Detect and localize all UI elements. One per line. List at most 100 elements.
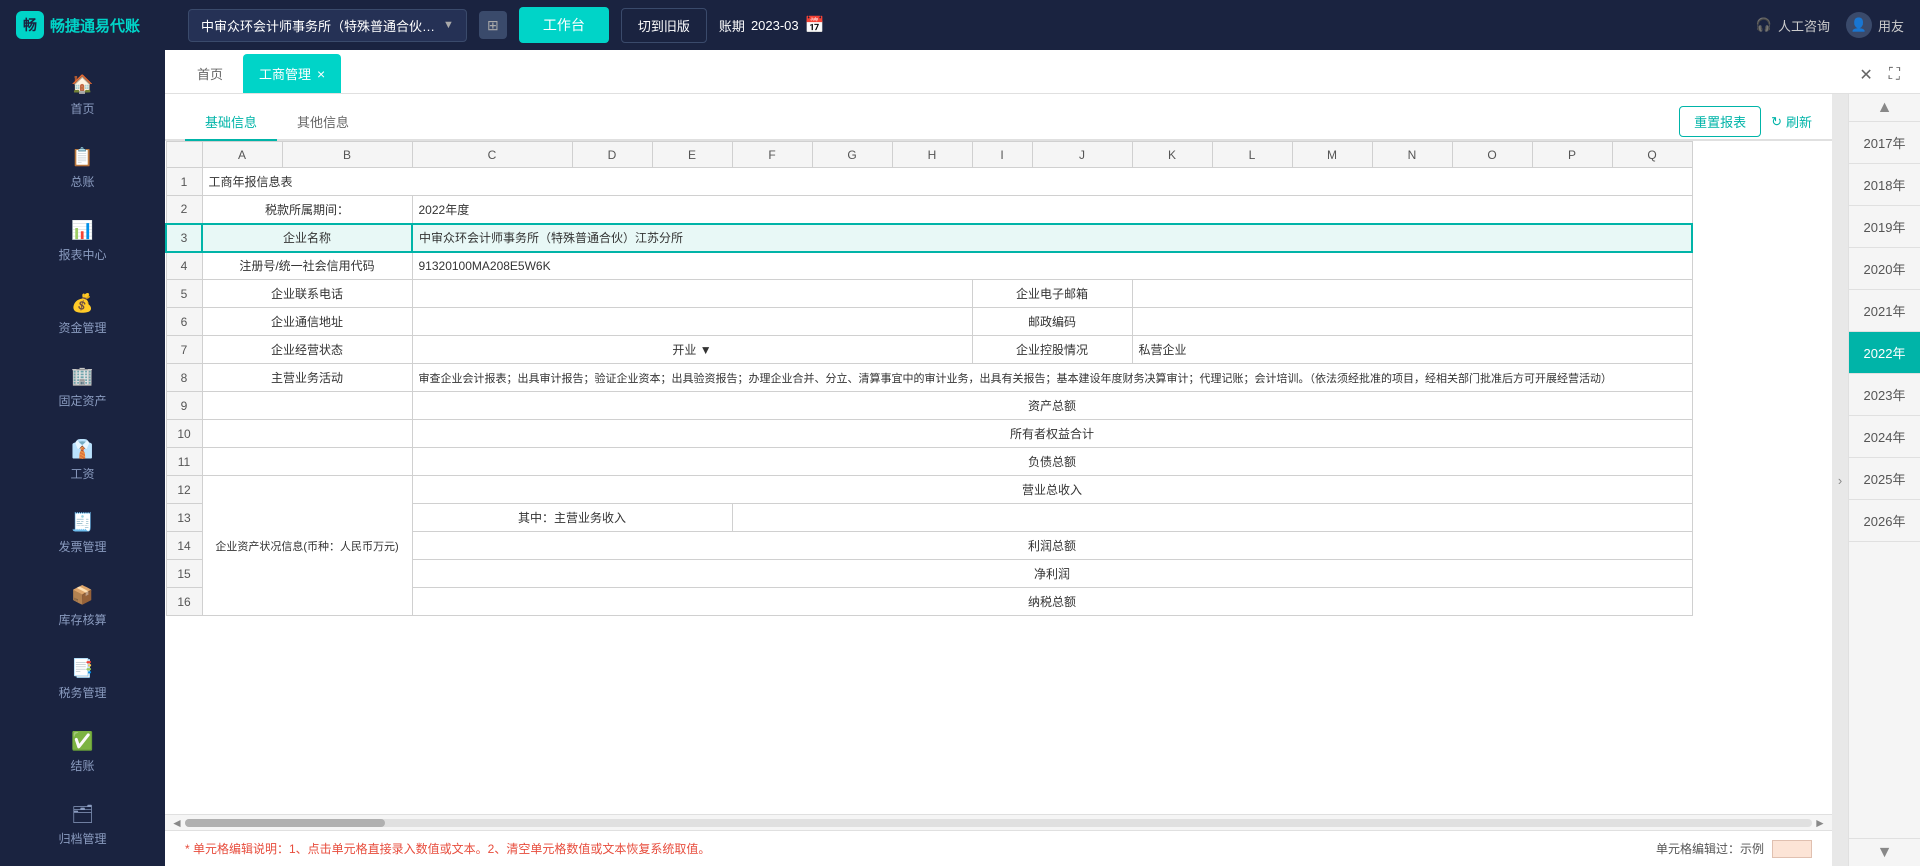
subtab-other[interactable]: 其他信息 — [277, 104, 369, 141]
hscroll-thumb[interactable] — [185, 819, 385, 827]
support-button[interactable]: 🎧 人工咨询 — [1756, 16, 1830, 35]
addr-value[interactable] — [412, 308, 972, 336]
row-num-15: 15 — [166, 560, 202, 588]
sidebar-item-home[interactable]: 🏠 首页 — [8, 62, 157, 129]
tel-value[interactable] — [412, 280, 972, 308]
table-row: 7 企业经营状态 开业 ▼ 企业控股情况 私营企业 — [166, 336, 1692, 364]
col-header-e[interactable]: E — [652, 142, 732, 168]
hscroll-left-arrow[interactable]: ◄ — [169, 815, 185, 831]
email-value[interactable] — [1132, 280, 1692, 308]
sidebar-item-close[interactable]: ✅ 结账 — [8, 719, 157, 786]
year-item-2024[interactable]: 2024年 — [1849, 416, 1920, 458]
user-button[interactable]: 👤 用友 — [1846, 12, 1904, 38]
company-name-text: 中审众环会计师事务所（特殊普通合伙… — [201, 16, 435, 35]
company-selector[interactable]: 中审众环会计师事务所（特殊普通合伙… ▼ — [188, 9, 467, 42]
company-icon-button[interactable]: ⊞ — [479, 11, 507, 39]
year-item-2017[interactable]: 2017年 — [1849, 122, 1920, 164]
row-num-6: 6 — [166, 308, 202, 336]
sidebar-label-invoice: 发票管理 — [58, 538, 106, 555]
col-header-c[interactable]: C — [412, 142, 572, 168]
subtab-basic[interactable]: 基础信息 — [185, 104, 277, 141]
user-label: 用友 — [1878, 16, 1904, 35]
logo: 畅 畅捷通易代账 — [16, 11, 176, 39]
sidebar-item-invoice[interactable]: 🧾 发票管理 — [8, 500, 157, 567]
sidebar-item-archive[interactable]: 🗂 归档管理 — [8, 792, 157, 859]
col-header-j[interactable]: J — [1032, 142, 1132, 168]
year-item-2023[interactable]: 2023年 — [1849, 374, 1920, 416]
col-header-d[interactable]: D — [572, 142, 652, 168]
row-num-2: 2 — [166, 196, 202, 224]
edited-label: 单元格编辑过：示例 — [1656, 840, 1764, 857]
headset-icon: 🎧 — [1756, 17, 1772, 33]
postcode-value[interactable] — [1132, 308, 1692, 336]
hscroll-right-arrow[interactable]: ► — [1812, 815, 1828, 831]
col-header-l[interactable]: L — [1212, 142, 1292, 168]
row-num-12: 12 — [166, 476, 202, 504]
r10-a — [202, 420, 412, 448]
sidebar-item-ledger[interactable]: 📋 总账 — [8, 135, 157, 202]
col-header-m[interactable]: M — [1292, 142, 1372, 168]
sidebar-item-inventory[interactable]: 📦 库存核算 — [8, 573, 157, 640]
ledger-icon: 📋 — [71, 147, 93, 168]
corner-cell — [166, 142, 202, 168]
sidebar-item-payroll[interactable]: 👔 工资 — [8, 427, 157, 494]
col-header-g[interactable]: G — [812, 142, 892, 168]
col-header-p[interactable]: P — [1532, 142, 1612, 168]
tab-business[interactable]: 工商管理 × — [243, 54, 341, 93]
col-header-f[interactable]: F — [732, 142, 812, 168]
sidebar-item-tax[interactable]: 📑 税务管理 — [8, 646, 157, 713]
workbench-button[interactable]: 工作台 — [519, 7, 609, 43]
row-num-14: 14 — [166, 532, 202, 560]
status-value[interactable]: 开业 ▼ — [412, 336, 972, 364]
holding-value[interactable]: 私营企业 — [1132, 336, 1692, 364]
close-window-button[interactable]: ✕ — [1855, 61, 1876, 89]
sidebar-item-funds[interactable]: 💰 资金管理 — [8, 281, 157, 348]
refresh-button[interactable]: ↻ 刷新 — [1771, 112, 1812, 131]
year-item-2022[interactable]: 2022年 — [1849, 332, 1920, 374]
tab-close-icon[interactable]: × — [317, 66, 325, 82]
year-down-arrow[interactable]: ▼ — [1849, 838, 1920, 866]
sidebar-item-assets[interactable]: 🏢 固定资产 — [8, 354, 157, 421]
sidebar-label-assets: 固定资产 — [58, 392, 106, 409]
period-value-cell[interactable]: 2022年度 — [412, 196, 1692, 224]
logo-icon: 畅 — [16, 11, 44, 39]
old-version-button[interactable]: 切到旧版 — [621, 8, 707, 43]
sidebar-item-reports[interactable]: 📊 报表中心 — [8, 208, 157, 275]
maximize-window-button[interactable]: ⛶ — [1885, 62, 1904, 88]
row-num-7: 7 — [166, 336, 202, 364]
period-label-cell: 税款所属期间： — [202, 196, 412, 224]
calendar-icon[interactable]: 📅 — [805, 15, 825, 35]
year-item-2025[interactable]: 2025年 — [1849, 458, 1920, 500]
period-label: 账期 — [719, 16, 745, 35]
postcode-label: 邮政编码 — [972, 308, 1132, 336]
col-header-q[interactable]: Q — [1612, 142, 1692, 168]
col-header-h[interactable]: H — [892, 142, 972, 168]
col-header-n[interactable]: N — [1372, 142, 1452, 168]
tab-home[interactable]: 首页 — [181, 54, 239, 93]
reset-button[interactable]: 重置报表 — [1679, 106, 1761, 137]
spreadsheet-scroll[interactable]: A B C D E F G H I J — [165, 141, 1832, 814]
table-row: 8 主营业务活动 审查企业会计报表；出具审计报告；验证企业资本；出具验资报告；办… — [166, 364, 1692, 392]
year-item-2019[interactable]: 2019年 — [1849, 206, 1920, 248]
reg-value[interactable]: 91320100MA208E5W6K — [412, 252, 1692, 280]
year-item-2020[interactable]: 2020年 — [1849, 248, 1920, 290]
year-item-2021[interactable]: 2021年 — [1849, 290, 1920, 332]
year-item-2018[interactable]: 2018年 — [1849, 164, 1920, 206]
company-name-value[interactable]: 中审众环会计师事务所（特殊普通合伙）江苏分所 — [412, 224, 1692, 252]
profit-total-label: 利润总额 — [412, 532, 1692, 560]
biz-value[interactable]: 审查企业会计报表；出具审计报告；验证企业资本；出具验资报告；办理企业合并、分立、… — [412, 364, 1692, 392]
col-header-i[interactable]: I — [972, 142, 1032, 168]
col-header-k[interactable]: K — [1132, 142, 1212, 168]
col-header-a[interactable]: A — [202, 142, 282, 168]
col-header-o[interactable]: O — [1452, 142, 1532, 168]
tel-label: 企业联系电话 — [202, 280, 412, 308]
collapse-panel-button[interactable]: › — [1832, 94, 1848, 866]
archive-icon: 🗂 — [71, 804, 94, 825]
sidebar-nav: 🏠 首页 📋 总账 📊 报表中心 💰 资金管理 🏢 固定资产 👔 工资 — [0, 60, 165, 866]
main-revenue-value[interactable] — [732, 504, 1692, 532]
year-item-2026[interactable]: 2026年 — [1849, 500, 1920, 542]
year-up-arrow[interactable]: ▲ — [1849, 94, 1920, 122]
tax-icon: 📑 — [71, 658, 93, 679]
tax-total-label: 纳税总额 — [412, 588, 1692, 616]
col-header-b[interactable]: B — [282, 142, 412, 168]
